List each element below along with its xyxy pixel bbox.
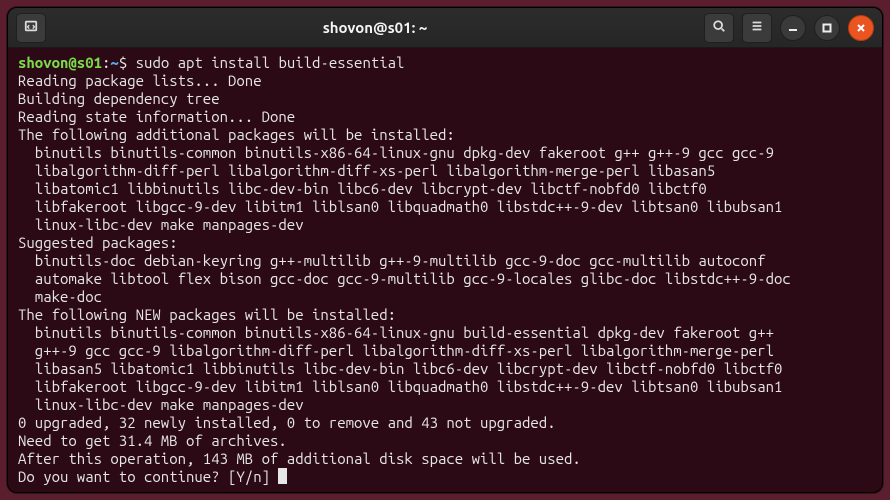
terminal-window: shovon@s01: ~ bbox=[7, 7, 883, 493]
output-line: Do you want to continue? [Y/n] bbox=[18, 468, 872, 486]
close-button[interactable] bbox=[848, 15, 874, 41]
output-line: binutils-doc debian-keyring g++-multilib… bbox=[18, 252, 872, 270]
output-line: Need to get 31.4 MB of archives. bbox=[18, 432, 872, 450]
output-line: g++-9 gcc gcc-9 libalgorithm-diff-perl l… bbox=[18, 342, 872, 360]
prompt-dollar: $ bbox=[119, 54, 136, 71]
output-line: The following additional packages will b… bbox=[18, 126, 872, 144]
output-line: Reading state information... Done bbox=[18, 108, 872, 126]
minimize-icon bbox=[788, 19, 798, 37]
close-icon bbox=[856, 19, 866, 37]
output-line: libasan5 libatomic1 libbinutils libc-dev… bbox=[18, 360, 872, 378]
prompt-user-host: shovon@s01 bbox=[18, 54, 102, 71]
new-tab-button[interactable] bbox=[16, 13, 46, 43]
cursor bbox=[278, 468, 287, 484]
output-line: libfakeroot libgcc-9-dev libitm1 liblsan… bbox=[18, 198, 872, 216]
minimize-button[interactable] bbox=[780, 15, 806, 41]
output-line: The following NEW packages will be insta… bbox=[18, 306, 872, 324]
maximize-button[interactable] bbox=[814, 15, 840, 41]
maximize-icon bbox=[822, 19, 832, 37]
titlebar: shovon@s01: ~ bbox=[8, 8, 882, 48]
prompt-path: ~ bbox=[110, 54, 118, 71]
output-line: libfakeroot libgcc-9-dev libitm1 liblsan… bbox=[18, 378, 872, 396]
window-title: shovon@s01: ~ bbox=[46, 19, 704, 36]
output-line: automake libtool flex bison gcc-doc gcc-… bbox=[18, 270, 872, 288]
output-line: libalgorithm-diff-perl libalgorithm-diff… bbox=[18, 162, 872, 180]
command-text: sudo apt install build-essential bbox=[136, 54, 405, 71]
new-tab-icon bbox=[24, 19, 38, 36]
output-line: 0 upgraded, 32 newly installed, 0 to rem… bbox=[18, 414, 872, 432]
output-line: After this operation, 143 MB of addition… bbox=[18, 450, 872, 468]
output-line: binutils binutils-common binutils-x86-64… bbox=[18, 144, 872, 162]
output-line: linux-libc-dev make manpages-dev bbox=[18, 396, 872, 414]
prompt-line: shovon@s01:~$ sudo apt install build-ess… bbox=[18, 54, 872, 72]
output-line: Building dependency tree bbox=[18, 90, 872, 108]
search-icon bbox=[712, 19, 726, 36]
output-line: Reading package lists... Done bbox=[18, 72, 872, 90]
menu-button[interactable] bbox=[742, 13, 772, 43]
terminal-body[interactable]: shovon@s01:~$ sudo apt install build-ess… bbox=[8, 48, 882, 492]
output-line: linux-libc-dev make manpages-dev bbox=[18, 216, 872, 234]
search-button[interactable] bbox=[704, 13, 734, 43]
hamburger-icon bbox=[750, 19, 764, 36]
output-line: binutils binutils-common binutils-x86-64… bbox=[18, 324, 872, 342]
output-line: libatomic1 libbinutils libc-dev-bin libc… bbox=[18, 180, 872, 198]
output-line: make-doc bbox=[18, 288, 872, 306]
output-line: Suggested packages: bbox=[18, 234, 872, 252]
